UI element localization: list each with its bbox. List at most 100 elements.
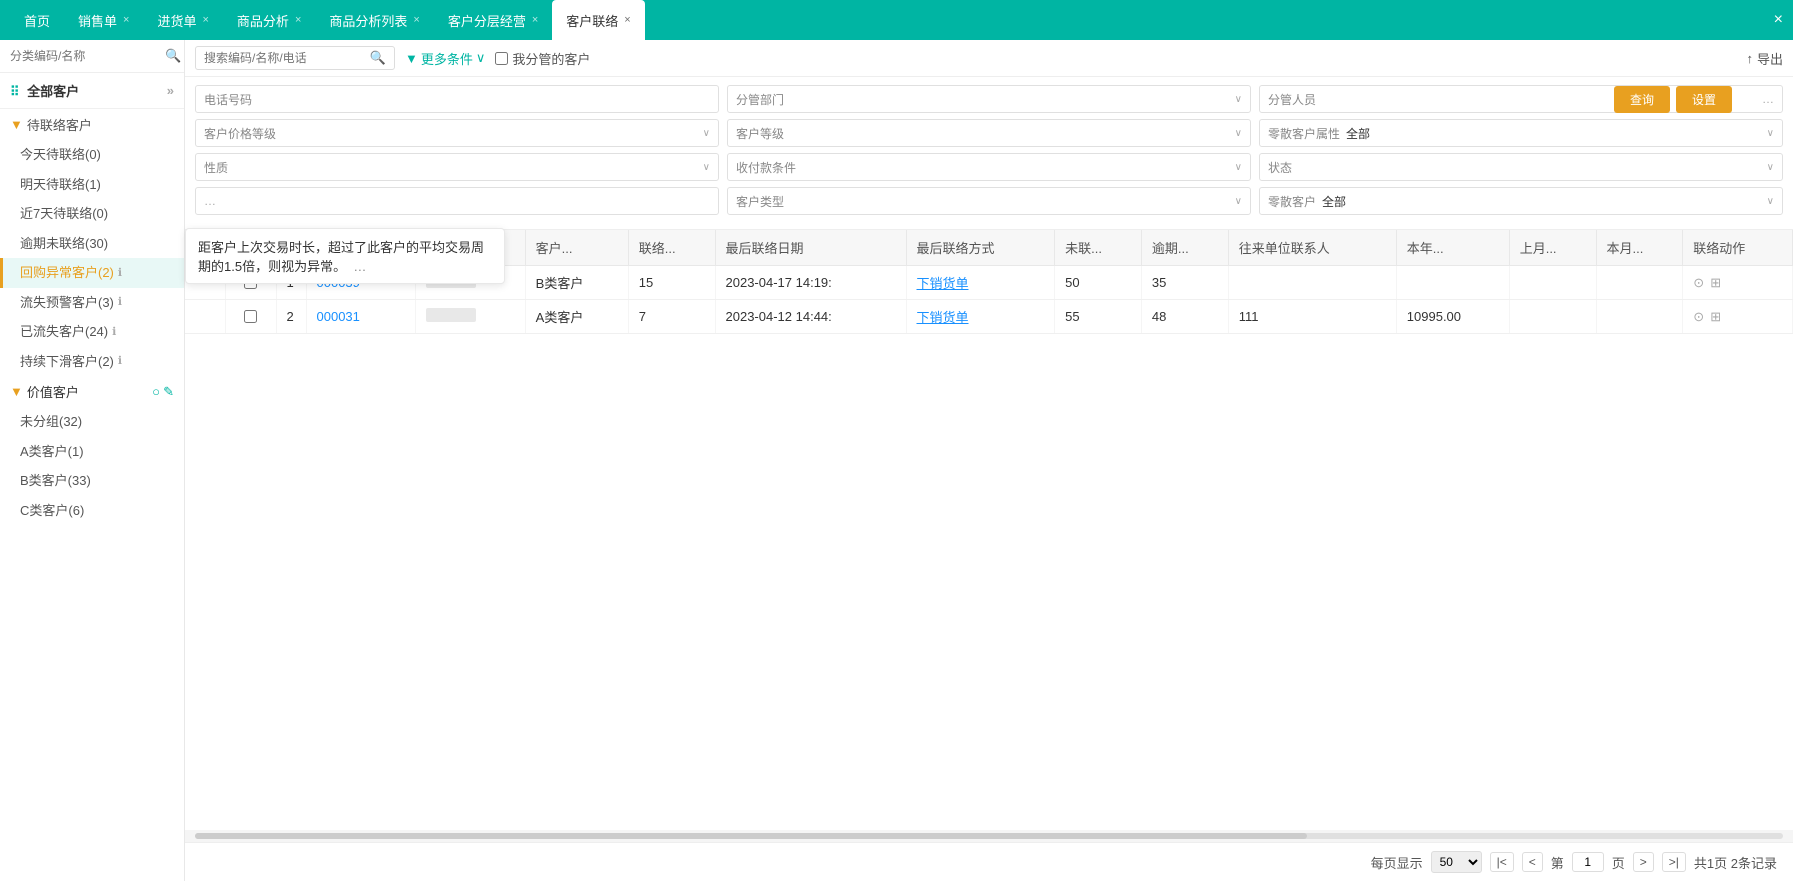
retail-attr-dropdown-icon: ∨ [1767,128,1774,139]
customer-type-dropdown-icon: ∨ [1235,196,1242,207]
action-grid-icon-1[interactable]: ⊞ [1710,275,1721,291]
th-no-contact[interactable]: 未联... [1055,230,1142,266]
query-button[interactable]: 查询 [1614,86,1670,113]
td-this-month-2 [1596,300,1683,334]
last-way-link-1[interactable]: 下销货单 [917,276,969,291]
sidebar-group-pending[interactable]: ▼ 待联络客户 [0,109,184,140]
td-this-year-1 [1396,266,1509,300]
close-customer-contact-icon[interactable]: × [624,14,630,26]
collapse-button[interactable]: » [167,83,174,98]
sidebar-search-input[interactable] [10,49,165,63]
th-contact[interactable]: 联络... [628,230,715,266]
nav-customer-mgmt[interactable]: 客户分层经营 × [434,0,552,40]
th-action: 联络动作 [1683,230,1793,266]
more-conditions-button[interactable]: ▼ 更多条件 ∨ [405,49,485,68]
sidebar-search-wrap: 🔍 [0,40,184,73]
th-last-date[interactable]: 最后联络日期 [715,230,906,266]
td-no-contact-2: 55 [1055,300,1142,334]
window-close-button[interactable]: × [1774,11,1783,29]
td-name-2 [416,300,526,334]
manager-more-icon[interactable]: … [1762,92,1774,106]
filter-dots[interactable]: … [195,187,719,215]
extra-filter-icon[interactable]: … [204,194,216,208]
close-purchase-icon[interactable]: × [202,14,208,26]
last-way-link-2[interactable]: 下销货单 [917,310,969,325]
th-last-way[interactable]: 最后联络方式 [906,230,1055,266]
filter-price-level[interactable]: 客户价格等级 ∨ [195,119,719,147]
th-last-month[interactable]: 上月... [1509,230,1596,266]
price-dropdown-icon: ∨ [703,128,710,139]
my-customer-checkbox[interactable] [495,52,508,65]
th-this-year[interactable]: 本年... [1396,230,1509,266]
sidebar-item-class-a[interactable]: A类客户(1) [0,437,184,467]
th-contact-person[interactable]: 往来单位联系人 [1228,230,1396,266]
sidebar-item-ungroup[interactable]: 未分组(32) [0,407,184,437]
nav-customer-contact[interactable]: 客户联络 × [552,0,644,40]
filter-retail-attr[interactable]: 零散客户属性 全部 ∨ [1259,119,1783,147]
filter-nature[interactable]: 性质 ∨ [195,153,719,181]
th-overdue[interactable]: 逾期... [1141,230,1228,266]
horizontal-scrollbar[interactable] [185,830,1793,842]
first-page-button[interactable]: |< [1490,852,1514,872]
sidebar-item-lost[interactable]: 已流失客户(24) ℹ [0,317,184,347]
close-customer-mgmt-icon[interactable]: × [532,14,538,26]
filter-customer-level[interactable]: 客户等级 ∨ [727,119,1251,147]
sidebar-search-icon[interactable]: 🔍 [165,48,181,64]
td-this-year-2: 10995.00 [1396,300,1509,334]
export-button[interactable]: ↑ 导出 [1746,49,1783,68]
chevron-down-icon: ∨ [476,50,486,66]
nav-analysis[interactable]: 商品分析 × [223,0,315,40]
filter-row-4: … 客户类型 ∨ 零散客户 全部 ∨ [195,187,1783,215]
filter-manager: 分管人员 … 查询 设置 [1259,85,1783,113]
action-link-icon-2[interactable]: ⊙ [1693,309,1704,325]
info-icon-declining: ℹ [118,353,122,370]
filter-retail-customer[interactable]: 零散客户 全部 ∨ [1259,187,1783,215]
tooltip-more-icon[interactable]: … [353,259,366,274]
search-icon[interactable]: 🔍 [370,50,386,66]
scrollbar-track [195,833,1783,839]
name-placeholder-2 [426,308,476,322]
scrollbar-thumb[interactable] [195,833,1307,839]
sidebar-item-overdue[interactable]: 逾期未联络(30) [0,229,184,259]
sidebar-item-today[interactable]: 今天待联络(0) [0,140,184,170]
filter-payment[interactable]: 收付款条件 ∨ [727,153,1251,181]
td-this-month-1 [1596,266,1683,300]
close-analysis-icon[interactable]: × [295,14,301,26]
row2-checkbox[interactable] [244,310,257,323]
sidebar-item-declining[interactable]: 持续下滑客户(2) ℹ [0,347,184,377]
action-link-icon-1[interactable]: ⊙ [1693,275,1704,291]
sidebar-item-7days[interactable]: 近7天待联络(0) [0,199,184,229]
nav-analysis-list[interactable]: 商品分析列表 × [315,0,433,40]
last-page-button[interactable]: >| [1662,852,1686,872]
close-analysis-list-icon[interactable]: × [413,14,419,26]
code-link-2[interactable]: 000031 [317,309,360,324]
sidebar-item-class-c[interactable]: C类客户(6) [0,496,184,526]
th-this-month[interactable]: 本月... [1596,230,1683,266]
per-page-select[interactable]: 10 20 50 100 [1431,851,1482,873]
total-pages-label: 页 [1612,853,1625,872]
setting-button[interactable]: 设置 [1676,86,1732,113]
th-type[interactable]: 客户... [525,230,628,266]
sidebar-item-tomorrow[interactable]: 明天待联络(1) [0,170,184,200]
nav-home[interactable]: 首页 [10,0,64,40]
value-group-edit-icons[interactable]: ○ ✎ [152,384,174,400]
page-number-input[interactable] [1572,852,1604,872]
my-customer-checkbox-wrap: 我分管的客户 [495,49,590,68]
nav-sales[interactable]: 销售单 × [64,0,143,40]
next-page-button[interactable]: > [1633,852,1654,872]
filter-customer-type[interactable]: 客户类型 ∨ [727,187,1251,215]
sidebar-item-repurchase-abnormal[interactable]: 回购异常客户(2) ℹ [0,258,184,288]
search-input[interactable] [204,51,370,65]
td-code-2[interactable]: 000031 [306,300,416,334]
filter-status[interactable]: 状态 ∨ [1259,153,1783,181]
prev-page-button[interactable]: < [1522,852,1543,872]
td-checkbox-2[interactable] [225,300,276,334]
close-sales-icon[interactable]: × [123,14,129,26]
sidebar-item-lost-warning[interactable]: 流失预警客户(3) ℹ [0,288,184,318]
filter-department[interactable]: 分管部门 ∨ [727,85,1251,113]
sidebar: 🔍 ⠿ 全部客户 » ▼ 待联络客户 今天待联络(0) 明天待联络(1) 近7天… [0,40,185,881]
action-grid-icon-2[interactable]: ⊞ [1710,309,1721,325]
sidebar-item-class-b[interactable]: B类客户(33) [0,466,184,496]
export-icon: ↑ [1746,51,1753,66]
nav-purchase[interactable]: 进货单 × [143,0,222,40]
